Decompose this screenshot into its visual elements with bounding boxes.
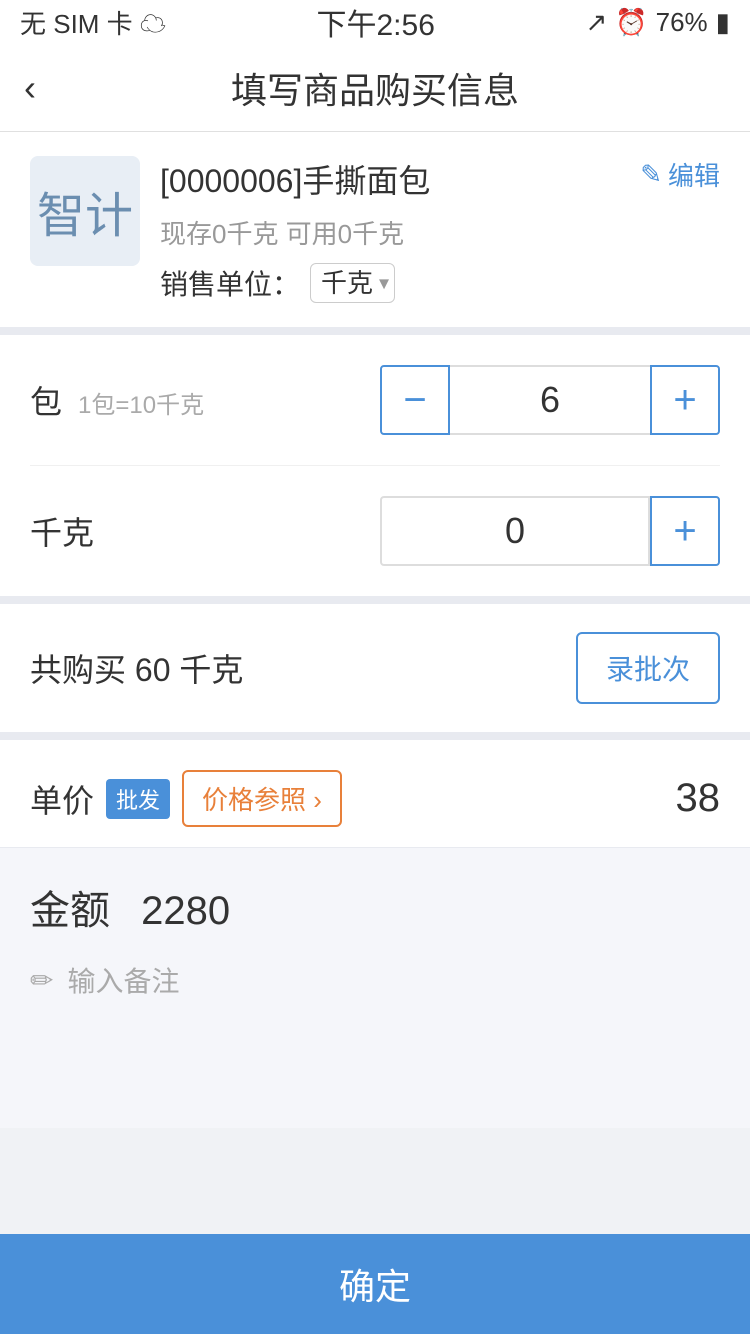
location-icon: ↗ — [585, 7, 607, 38]
amount-value: 2280 — [141, 889, 230, 933]
total-row: 共购买 60 千克 录批次 — [0, 604, 750, 740]
pack-minus-button[interactable]: − — [380, 365, 450, 435]
product-unit-row: 销售单位： 千克 — [160, 263, 720, 303]
kg-quantity-input[interactable] — [380, 496, 650, 566]
unit-label: 销售单位： — [160, 263, 300, 303]
price-left: 单价 批发 价格参照 › — [30, 770, 342, 827]
unit-select[interactable]: 千克 — [310, 263, 395, 303]
page-title: 填写商品购买信息 — [231, 62, 519, 114]
edit-icon: ✎ — [640, 159, 662, 190]
remark-placeholder: 输入备注 — [67, 960, 179, 1000]
pack-quantity-controls: − + — [380, 365, 720, 435]
sim-label: 无 SIM 卡 ☁ — [20, 4, 166, 41]
kg-plus-button[interactable]: + — [650, 496, 720, 566]
edit-button[interactable]: ✎ 编辑 — [640, 156, 720, 193]
back-button[interactable]: ‹ — [24, 67, 36, 109]
unit-select-wrap[interactable]: 千克 — [310, 263, 395, 303]
status-bar: 无 SIM 卡 ☁ 下午2:56 ↗ ⏰ 76% ▮ — [0, 0, 750, 44]
remark-row[interactable]: ✏ 输入备注 — [30, 960, 720, 1000]
edit-label: 编辑 — [668, 156, 720, 193]
product-thumb-text: 智计 — [37, 176, 133, 246]
status-right: ↗ ⏰ 76% ▮ — [585, 7, 730, 38]
pack-hint: 1包=10千克 — [78, 385, 204, 420]
pack-label: 包 1包=10千克 — [30, 377, 204, 423]
price-row: 单价 批发 价格参照 › 38 — [30, 770, 720, 827]
product-thumbnail: 智计 — [30, 156, 140, 266]
price-label: 单价 — [30, 776, 94, 822]
total-label: 共购买 60 千克 — [30, 645, 243, 691]
kg-quantity-row: 千克 + — [30, 466, 720, 596]
quantity-section: 包 1包=10千克 − + 千克 + — [0, 335, 750, 604]
price-reference-button[interactable]: 价格参照 › — [182, 770, 342, 827]
product-card: 智计 [0000006]手撕面包 现存0千克 可用0千克 销售单位： 千克 ✎ … — [0, 132, 750, 335]
status-time: 下午2:56 — [316, 0, 434, 44]
record-batch-button[interactable]: 录批次 — [576, 632, 720, 704]
kg-quantity-controls: + — [380, 496, 720, 566]
pack-quantity-row: 包 1包=10千克 − + — [30, 335, 720, 466]
pencil-icon: ✏ — [30, 964, 53, 997]
amount-row: 金额 2280 — [30, 878, 720, 936]
status-left: 无 SIM 卡 ☁ — [20, 4, 166, 41]
pack-quantity-input[interactable] — [450, 365, 650, 435]
nav-bar: ‹ 填写商品购买信息 — [0, 44, 750, 132]
kg-label: 千克 — [30, 508, 94, 554]
battery-icon: ▮ — [716, 7, 730, 38]
confirm-button[interactable]: 确定 — [0, 1234, 750, 1334]
product-stock: 现存0千克 可用0千克 — [160, 214, 720, 251]
amount-label: 金额 — [30, 889, 110, 933]
amount-section: 金额 2280 ✏ 输入备注 — [0, 848, 750, 1128]
price-section: 单价 批发 价格参照 › 38 — [0, 740, 750, 848]
price-value: 38 — [676, 776, 721, 821]
pack-plus-button[interactable]: + — [650, 365, 720, 435]
battery-level: 76% — [656, 7, 708, 38]
product-name: [0000006]手撕面包 — [160, 156, 720, 202]
alarm-icon: ⏰ — [615, 7, 647, 38]
batch-tag: 批发 — [106, 779, 170, 819]
product-info: [0000006]手撕面包 现存0千克 可用0千克 销售单位： 千克 — [160, 156, 720, 303]
